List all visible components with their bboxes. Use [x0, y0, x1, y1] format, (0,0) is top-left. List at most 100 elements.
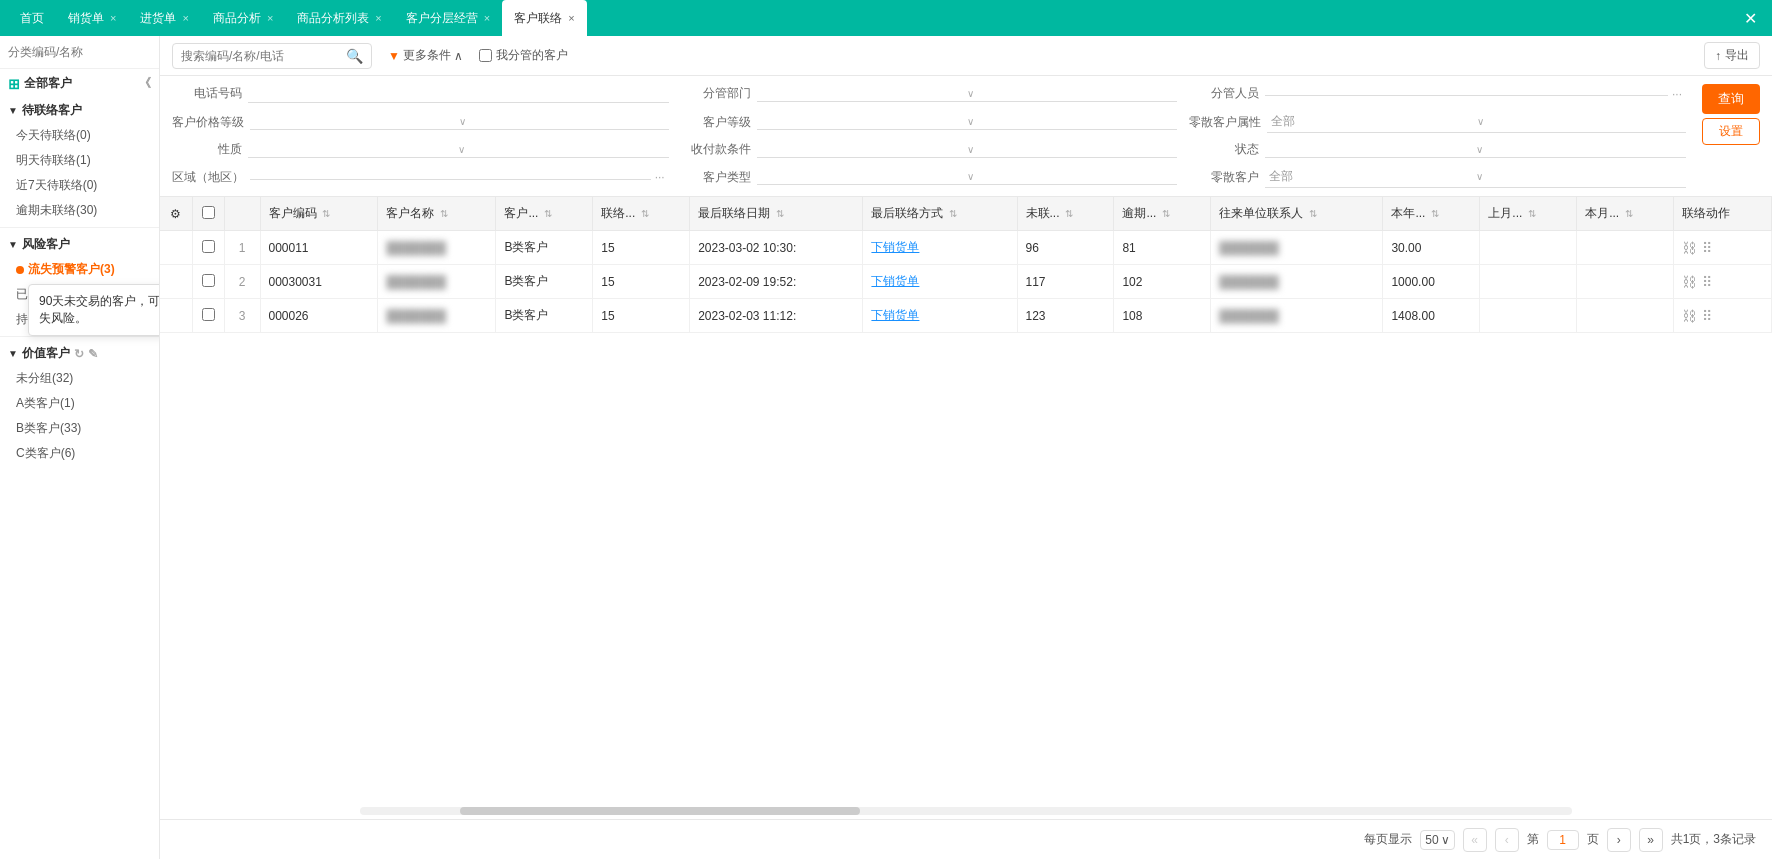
row2-link-icon[interactable]: ⛓	[1682, 274, 1696, 290]
customer-level-select[interactable]: ∨	[757, 114, 1178, 130]
filter-customer-level: 客户等级 ∨	[681, 114, 1178, 131]
query-button[interactable]: 查询	[1702, 84, 1760, 114]
nav-item-home[interactable]: 首页	[8, 0, 56, 36]
area-more-icon[interactable]: ···	[651, 170, 669, 184]
row3-method-link[interactable]: 下销货单	[871, 308, 919, 322]
close-analysis-icon[interactable]: ×	[267, 12, 273, 24]
sidebar-item-b-class[interactable]: B类客户(33)	[0, 416, 159, 441]
sidebar-item-overdue[interactable]: 逾期未联络(30)	[0, 198, 159, 223]
row3-this-year: 1408.00	[1383, 299, 1480, 333]
select-all-checkbox[interactable]	[202, 206, 215, 219]
nav-item-customer-tier[interactable]: 客户分层经营 ×	[394, 0, 502, 36]
nav-item-analysis[interactable]: 商品分析 ×	[201, 0, 285, 36]
row3-settings	[160, 299, 192, 333]
sidebar-item-today[interactable]: 今天待联络(0)	[0, 123, 159, 148]
price-level-select[interactable]: ∨	[250, 114, 669, 130]
setting-button[interactable]: 设置	[1702, 118, 1760, 145]
refresh-icon-value[interactable]: ↻	[74, 347, 84, 361]
close-analysis-list-icon[interactable]: ×	[375, 12, 381, 24]
person-select[interactable]	[1265, 91, 1668, 96]
row2-method-link[interactable]: 下销货单	[871, 274, 919, 288]
col-last-date[interactable]: 最后联络日期 ⇅	[690, 197, 863, 231]
row2-more-icon[interactable]: ⠿	[1702, 274, 1712, 290]
col-action: 联络动作	[1674, 197, 1772, 231]
edit-icon-value[interactable]: ✎	[88, 347, 98, 361]
col-this-month[interactable]: 本月... ⇅	[1577, 197, 1674, 231]
table-row: 2 00030031 ███████ B类客户 15 2023-02-09 19…	[160, 265, 1772, 299]
sidebar-section-value[interactable]: ▼ 价值客户 ↻ ✎	[0, 341, 159, 366]
per-page-select[interactable]: 50 ∨	[1420, 830, 1454, 850]
area-select[interactable]	[250, 175, 651, 180]
scroll-thumb[interactable]	[460, 807, 860, 815]
close-sales-icon[interactable]: ×	[110, 12, 116, 24]
status-label: 状态	[1189, 141, 1259, 158]
customer-type-label: 客户类型	[681, 169, 751, 186]
row2-this-month	[1577, 265, 1674, 299]
sidebar-search-icon[interactable]: 🔍	[158, 44, 160, 60]
search-input[interactable]	[181, 49, 346, 63]
sidebar-all-customers[interactable]: ⊞ 全部客户 《	[0, 69, 159, 98]
col-settings[interactable]: ⚙	[160, 197, 192, 231]
col-type[interactable]: 客户... ⇅	[496, 197, 593, 231]
next-page-button[interactable]: ›	[1607, 828, 1631, 852]
row3-name-blurred: ███████	[386, 309, 446, 323]
sidebar-section-risk[interactable]: ▼ 风险客户	[0, 232, 159, 257]
col-unlink[interactable]: 未联... ⇅	[1017, 197, 1114, 231]
sidebar-item-c-class[interactable]: C类客户(6)	[0, 441, 159, 466]
sidebar-item-a-class[interactable]: A类客户(1)	[0, 391, 159, 416]
page-input[interactable]	[1547, 830, 1579, 850]
last-page-button[interactable]: »	[1639, 828, 1663, 852]
prev-page-button[interactable]: ‹	[1495, 828, 1519, 852]
row2-checkbox-input[interactable]	[202, 274, 215, 287]
row1-last-date: 2023-03-02 10:30:	[690, 231, 863, 265]
sidebar-item-7days[interactable]: 近7天待联络(0)	[0, 173, 159, 198]
window-close-button[interactable]: ✕	[1736, 4, 1764, 32]
col-last-method[interactable]: 最后联络方式 ⇅	[863, 197, 1017, 231]
nav-item-purchase[interactable]: 进货单 ×	[128, 0, 200, 36]
row3-more-icon[interactable]: ⠿	[1702, 308, 1712, 324]
sidebar-item-tomorrow[interactable]: 明天待联络(1)	[0, 148, 159, 173]
col-last-month[interactable]: 上月... ⇅	[1480, 197, 1577, 231]
zero-customer-select[interactable]: 全部 ∨	[1265, 166, 1686, 188]
export-button[interactable]: ↑ 导出	[1704, 42, 1760, 69]
close-customer-contact-icon[interactable]: ×	[568, 12, 574, 24]
more-conditions-button[interactable]: ▼ 更多条件 ∧	[380, 43, 471, 68]
sidebar-search-input[interactable]	[8, 45, 158, 59]
nav-item-analysis-list[interactable]: 商品分析列表 ×	[285, 0, 393, 36]
col-contact-person[interactable]: 往来单位联系人 ⇅	[1211, 197, 1383, 231]
phone-input[interactable]	[248, 84, 669, 103]
row1-checkbox-input[interactable]	[202, 240, 215, 253]
row1-link-icon[interactable]: ⛓	[1682, 240, 1696, 256]
close-purchase-icon[interactable]: ×	[182, 12, 188, 24]
sidebar-item-churn-warning[interactable]: 流失预警客户(3)	[0, 257, 159, 282]
filter-panel: 电话号码 分管部门 ∨ 分管人员	[160, 76, 1772, 197]
row3-link-icon[interactable]: ⛓	[1682, 308, 1696, 324]
horizontal-scrollbar[interactable]	[160, 803, 1772, 819]
col-contact[interactable]: 联络... ⇅	[593, 197, 690, 231]
first-page-button[interactable]: «	[1463, 828, 1487, 852]
col-code[interactable]: 客户编码 ⇅	[260, 197, 378, 231]
nav-item-customer-contact[interactable]: 客户联络 ×	[502, 0, 586, 36]
sidebar-item-ungrouped[interactable]: 未分组(32)	[0, 366, 159, 391]
zero-attr-select[interactable]: 全部 ∨	[1267, 111, 1686, 133]
status-select[interactable]: ∨	[1265, 142, 1686, 158]
nav-item-sales[interactable]: 销货单 ×	[56, 0, 128, 36]
row3-checkbox-input[interactable]	[202, 308, 215, 321]
col-overdue[interactable]: 逾期... ⇅	[1114, 197, 1211, 231]
scroll-track	[360, 807, 1572, 815]
close-customer-tier-icon[interactable]: ×	[484, 12, 490, 24]
customer-type-select[interactable]: ∨	[757, 169, 1178, 185]
my-customers-checkbox[interactable]	[479, 49, 492, 62]
person-more-icon[interactable]: ···	[1668, 87, 1686, 101]
row1-more-icon[interactable]: ⠿	[1702, 240, 1712, 256]
dept-select[interactable]: ∨	[757, 86, 1178, 102]
row1-method-link[interactable]: 下销货单	[871, 240, 919, 254]
row3-last-month	[1480, 299, 1577, 333]
col-name[interactable]: 客户名称 ⇅	[378, 197, 496, 231]
payment-select[interactable]: ∨	[757, 142, 1178, 158]
sidebar-section-pending[interactable]: ▼ 待联络客户	[0, 98, 159, 123]
search-icon[interactable]: 🔍	[346, 48, 363, 64]
my-customers-checkbox-label[interactable]: 我分管的客户	[479, 47, 568, 64]
nature-select[interactable]: ∨	[248, 142, 669, 158]
col-this-year[interactable]: 本年... ⇅	[1383, 197, 1480, 231]
